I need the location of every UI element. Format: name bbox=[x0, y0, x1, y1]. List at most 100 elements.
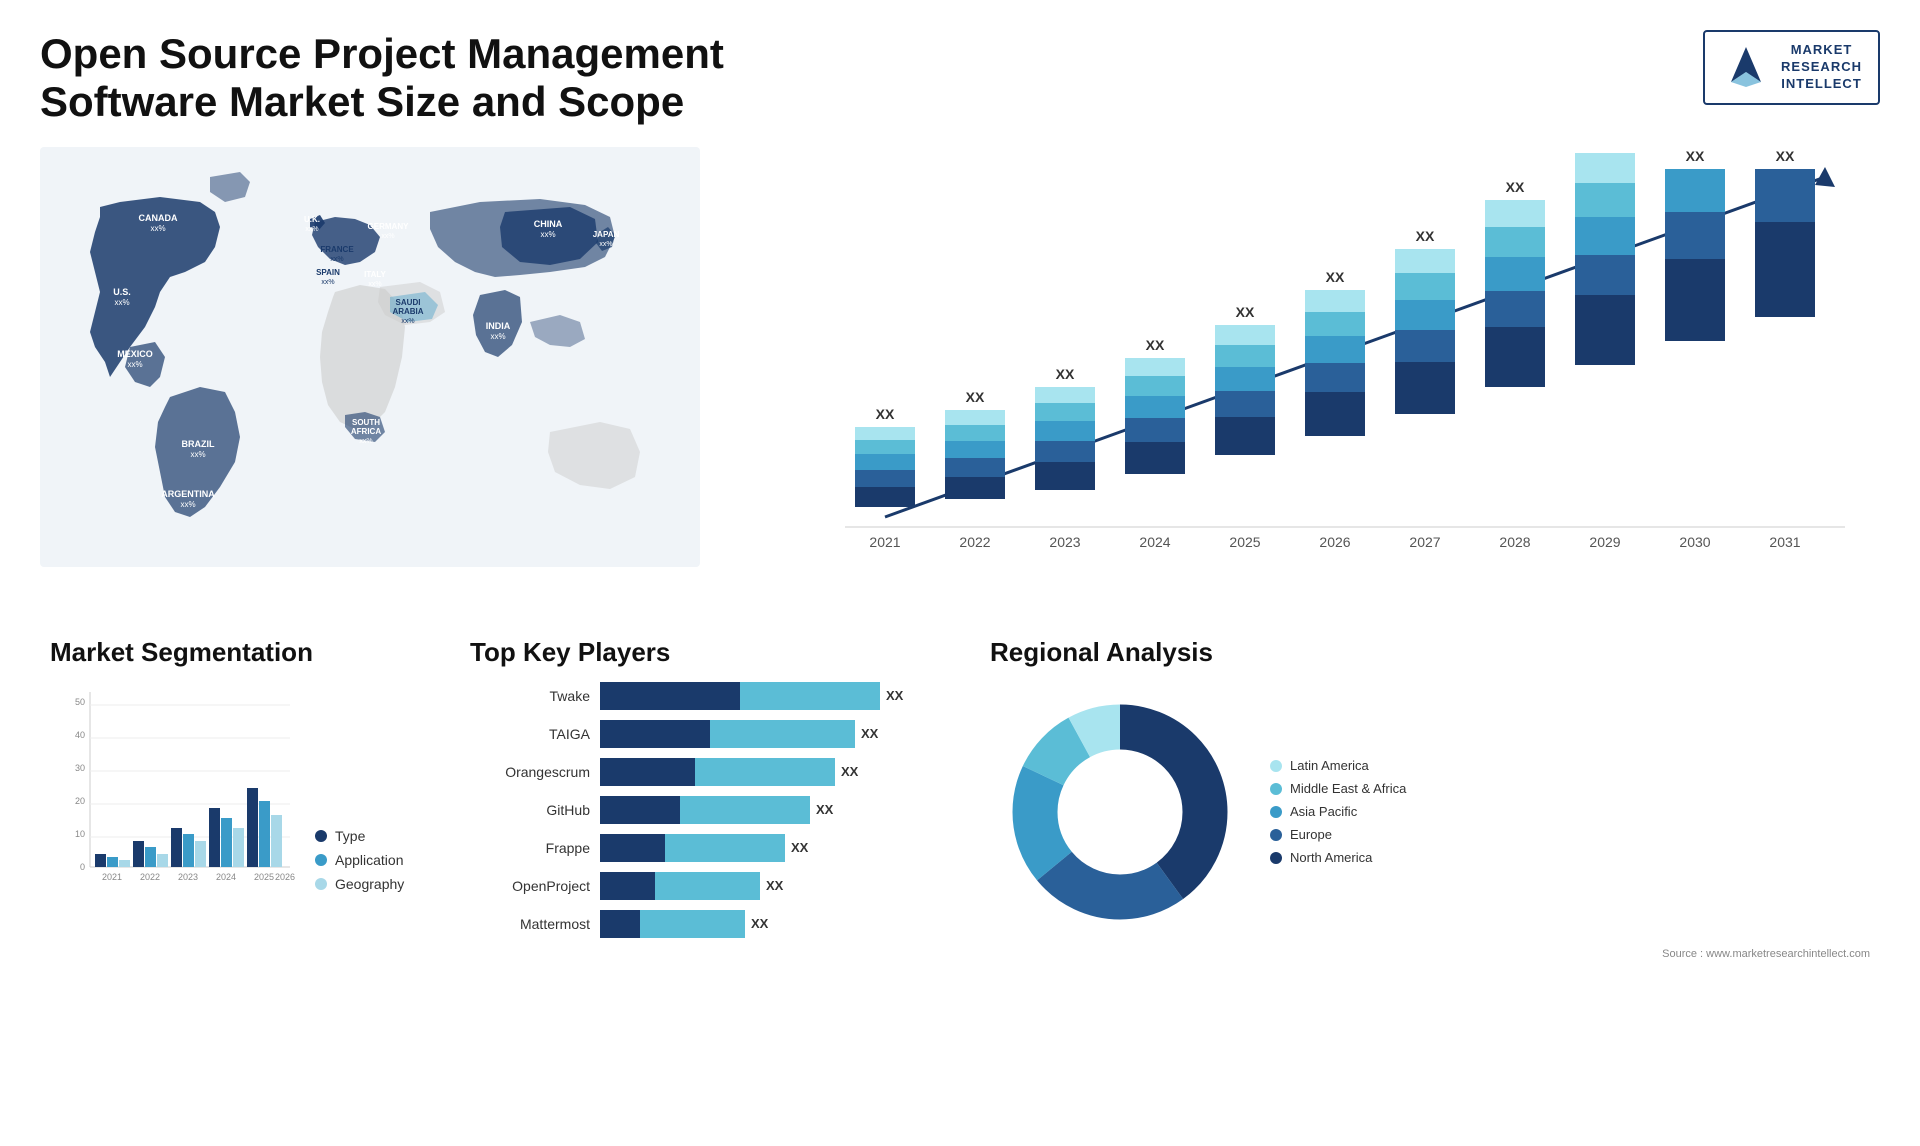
svg-text:U.K.: U.K. bbox=[304, 215, 320, 224]
players-list: Twake XX TAIGA bbox=[470, 682, 950, 938]
svg-text:20: 20 bbox=[75, 796, 85, 806]
svg-text:2021: 2021 bbox=[869, 534, 900, 550]
player-value-openproject: XX bbox=[766, 878, 783, 893]
svg-text:xx%: xx% bbox=[150, 224, 165, 233]
regional-section: Regional Analysis bbox=[980, 627, 1880, 970]
svg-text:2028: 2028 bbox=[1499, 534, 1530, 550]
svg-text:XX: XX bbox=[1056, 366, 1075, 382]
label-middle-east: Middle East & Africa bbox=[1290, 781, 1406, 796]
logo: MARKET RESEARCH INTELLECT bbox=[1703, 30, 1880, 105]
player-name-mattermost: Mattermost bbox=[470, 916, 590, 932]
logo-text: MARKET RESEARCH INTELLECT bbox=[1781, 42, 1862, 93]
legend-middle-east: Middle East & Africa bbox=[1270, 781, 1406, 796]
svg-text:xx%: xx% bbox=[127, 360, 142, 369]
key-players-title: Top Key Players bbox=[470, 637, 950, 668]
svg-text:2024: 2024 bbox=[1139, 534, 1170, 550]
label-latin-america: Latin America bbox=[1290, 758, 1369, 773]
svg-text:FRANCE: FRANCE bbox=[320, 245, 354, 254]
svg-text:XX: XX bbox=[1416, 228, 1435, 244]
player-bar-twake: XX bbox=[600, 682, 950, 710]
svg-text:SOUTH: SOUTH bbox=[352, 418, 380, 427]
player-bar-taiga: XX bbox=[600, 720, 950, 748]
player-row-github: GitHub XX bbox=[470, 796, 950, 824]
svg-text:XX: XX bbox=[1146, 337, 1165, 353]
world-map: CANADA xx% U.S. xx% MEXICO xx% BRAZIL xx… bbox=[40, 147, 700, 567]
legend-dot-application bbox=[315, 854, 327, 866]
legend-item-application: Application bbox=[315, 852, 404, 868]
svg-text:U.S.: U.S. bbox=[113, 287, 131, 297]
svg-text:30: 30 bbox=[75, 763, 85, 773]
bar-chart-svg: XX XX XX XX bbox=[750, 147, 1880, 587]
svg-text:xx%: xx% bbox=[321, 279, 334, 286]
page-container: Open Source Project Management Software … bbox=[0, 0, 1920, 1146]
svg-text:XX: XX bbox=[1236, 304, 1255, 320]
svg-text:2023: 2023 bbox=[178, 872, 198, 882]
player-name-frappe: Frappe bbox=[470, 840, 590, 856]
svg-text:XX: XX bbox=[1596, 147, 1615, 148]
svg-text:xx%: xx% bbox=[599, 241, 612, 248]
svg-text:xx%: xx% bbox=[401, 318, 414, 325]
svg-text:XX: XX bbox=[1776, 148, 1795, 164]
bar-chart-section: XX XX XX XX bbox=[720, 147, 1880, 607]
legend-north-america: North America bbox=[1270, 850, 1406, 865]
legend-dot-type bbox=[315, 830, 327, 842]
svg-text:2029: 2029 bbox=[1589, 534, 1620, 550]
label-north-america: North America bbox=[1290, 850, 1372, 865]
player-row-taiga: TAIGA XX bbox=[470, 720, 950, 748]
svg-text:xx%: xx% bbox=[114, 298, 129, 307]
donut-container: Latin America Middle East & Africa Asia … bbox=[990, 682, 1870, 942]
legend-label-type: Type bbox=[335, 828, 365, 844]
segmentation-legend: Type Application Geography bbox=[315, 828, 404, 912]
dot-middle-east bbox=[1270, 783, 1282, 795]
svg-text:ITALY: ITALY bbox=[364, 270, 386, 279]
player-name-orangescrum: Orangescrum bbox=[470, 764, 590, 780]
svg-text:2026: 2026 bbox=[275, 872, 295, 882]
svg-text:xx%: xx% bbox=[330, 256, 343, 263]
legend-item-type: Type bbox=[315, 828, 404, 844]
svg-text:50: 50 bbox=[75, 697, 85, 707]
svg-text:10: 10 bbox=[75, 829, 85, 839]
svg-text:XX: XX bbox=[1506, 179, 1525, 195]
key-players-section: Top Key Players Twake XX TAIGA bbox=[460, 627, 960, 970]
svg-text:40: 40 bbox=[75, 730, 85, 740]
player-bar-orangescrum: XX bbox=[600, 758, 950, 786]
source-text: Source : www.marketresearchintellect.com bbox=[990, 948, 1870, 960]
logo-icon bbox=[1721, 42, 1771, 92]
player-value-mattermost: XX bbox=[751, 916, 768, 931]
label-europe: Europe bbox=[1290, 827, 1332, 842]
svg-text:GERMANY: GERMANY bbox=[368, 222, 410, 231]
donut-chart bbox=[990, 682, 1250, 942]
player-name-openproject: OpenProject bbox=[470, 878, 590, 894]
player-name-taiga: TAIGA bbox=[470, 726, 590, 742]
player-bar-openproject: XX bbox=[600, 872, 950, 900]
page-title: Open Source Project Management Software … bbox=[40, 30, 740, 127]
map-svg: CANADA xx% U.S. xx% MEXICO xx% BRAZIL xx… bbox=[40, 147, 700, 567]
donut-legend: Latin America Middle East & Africa Asia … bbox=[1270, 758, 1406, 865]
player-bar-mattermost: XX bbox=[600, 910, 950, 938]
svg-text:2022: 2022 bbox=[959, 534, 990, 550]
svg-text:CANADA: CANADA bbox=[139, 213, 178, 223]
player-row-mattermost: Mattermost XX bbox=[470, 910, 950, 938]
segmentation-section: Market Segmentation 0 10 20 30 40 50 bbox=[40, 627, 440, 970]
bottom-section: Market Segmentation 0 10 20 30 40 50 bbox=[40, 627, 1880, 970]
legend-dot-geography bbox=[315, 878, 327, 890]
svg-text:2031: 2031 bbox=[1769, 534, 1800, 550]
legend-label-application: Application bbox=[335, 852, 404, 868]
svg-text:xx%: xx% bbox=[180, 500, 195, 509]
player-name-twake: Twake bbox=[470, 688, 590, 704]
svg-text:2023: 2023 bbox=[1049, 534, 1080, 550]
regional-title: Regional Analysis bbox=[990, 637, 1870, 668]
svg-text:CHINA: CHINA bbox=[534, 219, 563, 229]
svg-text:2021: 2021 bbox=[102, 872, 122, 882]
svg-text:xx%: xx% bbox=[190, 450, 205, 459]
dot-europe bbox=[1270, 829, 1282, 841]
legend-asia-pacific: Asia Pacific bbox=[1270, 804, 1406, 819]
legend-latin-america: Latin America bbox=[1270, 758, 1406, 773]
player-row-openproject: OpenProject XX bbox=[470, 872, 950, 900]
svg-text:xx%: xx% bbox=[381, 233, 394, 240]
legend-europe: Europe bbox=[1270, 827, 1406, 842]
svg-text:2027: 2027 bbox=[1409, 534, 1440, 550]
svg-text:xx%: xx% bbox=[368, 281, 381, 288]
svg-text:2022: 2022 bbox=[140, 872, 160, 882]
svg-text:MEXICO: MEXICO bbox=[117, 349, 153, 359]
